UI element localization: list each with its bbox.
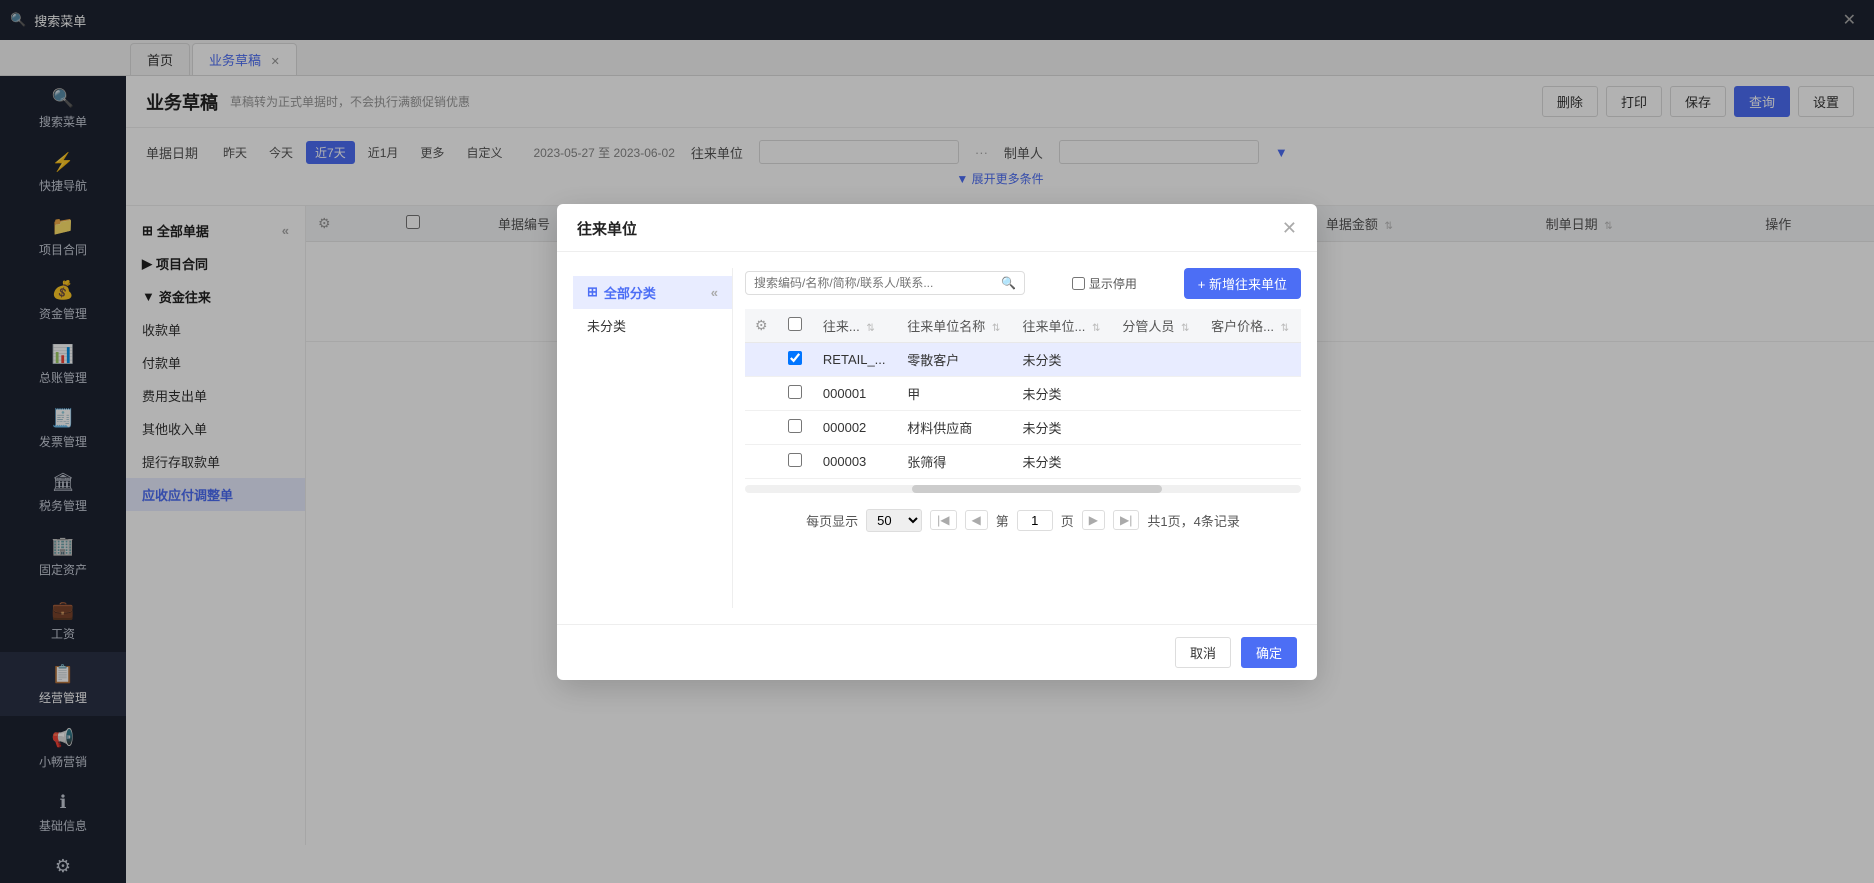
dialog-col-name[interactable]: 往来单位名称 ⇅ [897, 309, 1012, 343]
row-4-price [1201, 444, 1301, 478]
row-1-name: 零散客户 [897, 342, 1012, 376]
row-3-category: 未分类 [1013, 410, 1113, 444]
grid2-icon: ⊞ [587, 284, 598, 300]
pagination: 每页显示 50 100 |◀ ◀ 第 页 ▶ ▶| 共1页，4条记录 [745, 499, 1301, 536]
counterparty-dialog: 往来单位 ✕ ⊞ 全部分类 « 未分类 [557, 204, 1317, 680]
confirm-button[interactable]: 确定 [1241, 637, 1297, 668]
next-page-button[interactable]: ▶ [1082, 510, 1105, 530]
row-1-checkbox[interactable] [778, 342, 813, 376]
dialog-table-container: ⚙ 往来... ⇅ 往来单位名称 ⇅ 往来单位... ⇅ 分管人员 ⇅ 客户价格… [745, 309, 1301, 479]
row-4-manager [1112, 444, 1201, 478]
dialog-search-input[interactable] [754, 276, 993, 290]
dialog-layout: ⊞ 全部分类 « 未分类 🔍 [573, 268, 1301, 608]
row-4-gear [745, 444, 778, 478]
scrollbar-thumb[interactable] [912, 485, 1162, 493]
last-page-button[interactable]: ▶| [1113, 510, 1139, 530]
row-4-name: 张筛得 [897, 444, 1012, 478]
row-4-code: 000003 [813, 444, 897, 478]
dialog-left-all[interactable]: ⊞ 全部分类 « [573, 276, 732, 309]
table-row[interactable]: 000003 张筛得 未分类 [745, 444, 1301, 478]
row-3-price [1201, 410, 1301, 444]
row-2-gear [745, 376, 778, 410]
horizontal-scrollbar[interactable] [745, 485, 1301, 493]
dialog-close-button[interactable]: ✕ [1282, 218, 1297, 239]
dialog-header: 往来单位 ✕ [557, 204, 1317, 252]
dialog-col-gear[interactable]: ⚙ [745, 309, 778, 343]
dialog-title: 往来单位 [577, 218, 637, 239]
total-label: 共1页，4条记录 [1147, 511, 1239, 530]
row-4-category: 未分类 [1013, 444, 1113, 478]
dialog-col-code[interactable]: 往来... ⇅ [813, 309, 897, 343]
row-2-name: 甲 [897, 376, 1012, 410]
prev-page-button[interactable]: ◀ [965, 510, 988, 530]
dialog-col-category[interactable]: 往来单位... ⇅ [1013, 309, 1113, 343]
row-1-code: RETAIL_... [813, 342, 897, 376]
dialog-right-panel: 🔍 显示停用 + 新增往来单位 ⚙ [733, 268, 1301, 608]
row-3-code: 000002 [813, 410, 897, 444]
row-1-manager [1112, 342, 1201, 376]
row-1-gear [745, 342, 778, 376]
add-counterparty-button[interactable]: + 新增往来单位 [1184, 268, 1301, 299]
page-input[interactable] [1017, 510, 1053, 531]
row-2-checkbox[interactable] [778, 376, 813, 410]
table-row[interactable]: RETAIL_... 零散客户 未分类 [745, 342, 1301, 376]
dialog-left-panel: ⊞ 全部分类 « 未分类 [573, 268, 733, 608]
dialog-col-manager[interactable]: 分管人员 ⇅ [1112, 309, 1201, 343]
row-1-price [1201, 342, 1301, 376]
page-size-label: 每页显示 [806, 511, 858, 530]
first-page-button[interactable]: |◀ [930, 510, 956, 530]
show-inactive-label[interactable]: 显示停用 [1072, 275, 1137, 292]
dialog-col-checkbox[interactable] [778, 309, 813, 343]
table-row[interactable]: 000002 材料供应商 未分类 [745, 410, 1301, 444]
row-2-price [1201, 376, 1301, 410]
gear-icon: ⚙ [755, 317, 768, 333]
dialog-table: ⚙ 往来... ⇅ 往来单位名称 ⇅ 往来单位... ⇅ 分管人员 ⇅ 客户价格… [745, 309, 1301, 479]
dialog-select-all[interactable] [788, 317, 802, 331]
row-4-checkbox[interactable] [778, 444, 813, 478]
row-2-code: 000001 [813, 376, 897, 410]
row-1-category: 未分类 [1013, 342, 1113, 376]
dialog-body: ⊞ 全部分类 « 未分类 🔍 [557, 252, 1317, 624]
table-row[interactable]: 000001 甲 未分类 [745, 376, 1301, 410]
row-3-checkbox[interactable] [778, 410, 813, 444]
dialog-footer: 取消 确定 [557, 624, 1317, 680]
dialog-left-unclassified[interactable]: 未分类 [573, 309, 732, 342]
row-3-manager [1112, 410, 1201, 444]
page-word: 页 [1061, 511, 1074, 530]
dialog-toolbar: 🔍 显示停用 + 新增往来单位 [745, 268, 1301, 299]
row-2-manager [1112, 376, 1201, 410]
row-2-category: 未分类 [1013, 376, 1113, 410]
modal-overlay: 往来单位 ✕ ⊞ 全部分类 « 未分类 [0, 0, 1874, 883]
page-size-select[interactable]: 50 100 [866, 509, 922, 532]
row-3-gear [745, 410, 778, 444]
row-3-name: 材料供应商 [897, 410, 1012, 444]
search-icon: 🔍 [1001, 276, 1016, 290]
dialog-search-box[interactable]: 🔍 [745, 271, 1025, 295]
show-inactive-checkbox[interactable] [1072, 277, 1085, 290]
page-word-di: 第 [996, 511, 1009, 530]
dialog-col-price[interactable]: 客户价格... ⇅ [1201, 309, 1301, 343]
cancel-button[interactable]: 取消 [1175, 637, 1231, 668]
left-collapse-icon[interactable]: « [711, 285, 718, 300]
